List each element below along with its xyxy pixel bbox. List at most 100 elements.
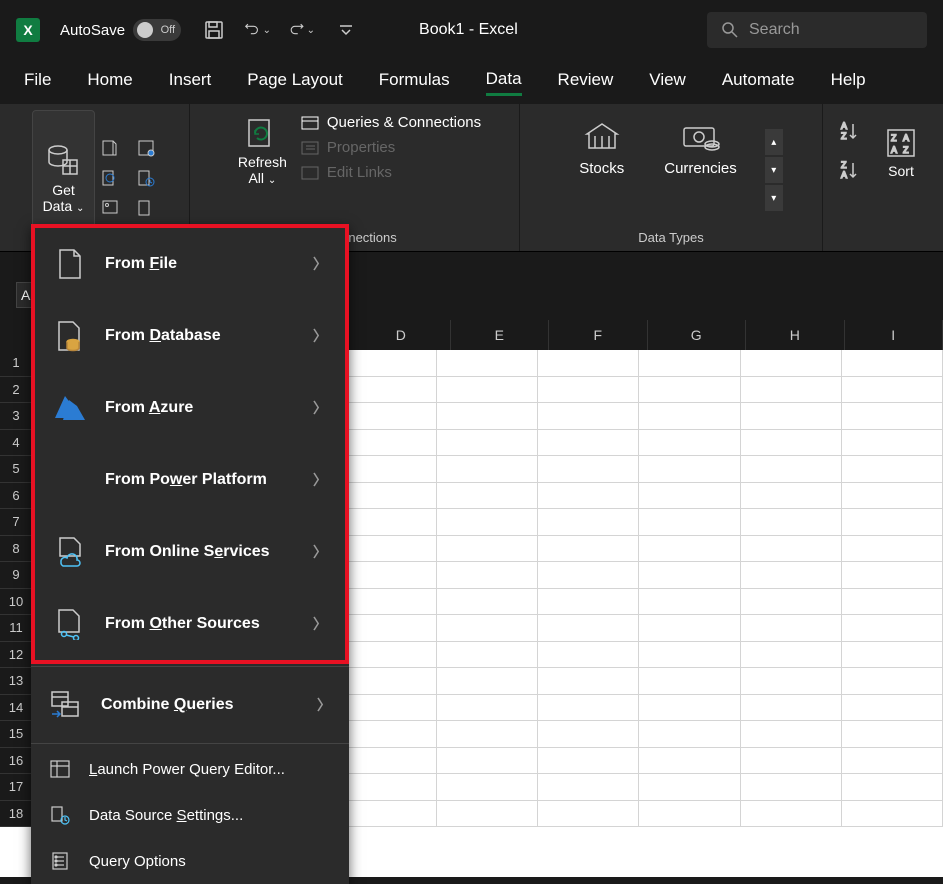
queries-connections-button[interactable]: Queries & Connections	[301, 114, 481, 131]
cell[interactable]	[639, 456, 740, 482]
from-table-range-icon[interactable]	[99, 167, 121, 189]
tab-help[interactable]: Help	[831, 70, 866, 94]
cell[interactable]	[741, 456, 842, 482]
cell[interactable]	[437, 350, 538, 376]
cell[interactable]	[538, 695, 639, 721]
cell[interactable]	[437, 562, 538, 588]
cell[interactable]	[842, 483, 943, 509]
cell[interactable]	[741, 642, 842, 668]
cell[interactable]	[437, 509, 538, 535]
column-header[interactable]: H	[746, 320, 845, 350]
currencies-data-type[interactable]: Currencies	[664, 120, 737, 220]
tab-automate[interactable]: Automate	[722, 70, 795, 94]
scroll-up-button[interactable]: ▴	[765, 129, 783, 155]
cell[interactable]	[336, 615, 437, 641]
cell[interactable]	[842, 695, 943, 721]
cell[interactable]	[336, 721, 437, 747]
cell[interactable]	[437, 721, 538, 747]
menu-launch-power-query[interactable]: Launch Power Query Editor...	[31, 746, 349, 792]
tab-review[interactable]: Review	[558, 70, 614, 94]
cell[interactable]	[842, 562, 943, 588]
cell[interactable]	[336, 695, 437, 721]
menu-query-options[interactable]: Query Options	[31, 838, 349, 884]
row-header[interactable]: 4	[0, 430, 32, 457]
cell[interactable]	[538, 721, 639, 747]
cell[interactable]	[437, 801, 538, 827]
cell[interactable]	[842, 748, 943, 774]
cell[interactable]	[437, 695, 538, 721]
stocks-data-type[interactable]: Stocks	[579, 120, 624, 220]
cell[interactable]	[741, 509, 842, 535]
toggle-switch[interactable]: Off	[133, 19, 181, 41]
cell[interactable]	[741, 483, 842, 509]
search-box[interactable]: Search	[707, 12, 927, 48]
cell[interactable]	[639, 615, 740, 641]
cell[interactable]	[437, 748, 538, 774]
cell[interactable]	[336, 403, 437, 429]
cell[interactable]	[842, 350, 943, 376]
row-header[interactable]: 6	[0, 483, 32, 510]
cell[interactable]	[842, 403, 943, 429]
row-header[interactable]: 18	[0, 801, 32, 828]
column-header[interactable]: I	[845, 320, 943, 350]
row-header[interactable]: 11	[0, 615, 32, 642]
cell[interactable]	[842, 721, 943, 747]
menu-from-azure[interactable]: From Azure 〉	[35, 372, 345, 444]
row-header[interactable]: 9	[0, 562, 32, 589]
tab-view[interactable]: View	[649, 70, 686, 94]
cell[interactable]	[336, 642, 437, 668]
cell[interactable]	[437, 668, 538, 694]
cell[interactable]	[842, 774, 943, 800]
cell[interactable]	[336, 801, 437, 827]
cell[interactable]	[842, 377, 943, 403]
sort-button[interactable]: ZAAZ Sort	[875, 120, 927, 186]
cell[interactable]	[336, 350, 437, 376]
tab-file[interactable]: File	[24, 70, 51, 94]
cell[interactable]	[639, 721, 740, 747]
cell[interactable]	[336, 430, 437, 456]
tab-page-layout[interactable]: Page Layout	[247, 70, 342, 94]
menu-combine-queries[interactable]: Combine Queries 〉	[31, 669, 349, 741]
cell[interactable]	[741, 801, 842, 827]
cell[interactable]	[741, 668, 842, 694]
cell[interactable]	[741, 721, 842, 747]
cell[interactable]	[538, 430, 639, 456]
cell[interactable]	[639, 642, 740, 668]
scroll-expand-button[interactable]: ▾	[765, 185, 783, 211]
cell[interactable]	[741, 774, 842, 800]
cell[interactable]	[741, 536, 842, 562]
cell[interactable]	[741, 615, 842, 641]
tab-home[interactable]: Home	[87, 70, 132, 94]
row-header[interactable]: 5	[0, 456, 32, 483]
cell[interactable]	[336, 483, 437, 509]
cell[interactable]	[437, 377, 538, 403]
menu-from-database[interactable]: From Database 〉	[35, 300, 345, 372]
redo-icon[interactable]: ⌄	[289, 17, 315, 43]
cell[interactable]	[741, 403, 842, 429]
cell[interactable]	[336, 748, 437, 774]
cell[interactable]	[437, 430, 538, 456]
cell[interactable]	[639, 668, 740, 694]
existing-connections-icon[interactable]	[135, 197, 157, 219]
cell[interactable]	[842, 536, 943, 562]
cell[interactable]	[437, 456, 538, 482]
cell[interactable]	[538, 536, 639, 562]
cell[interactable]	[538, 377, 639, 403]
cell[interactable]	[741, 589, 842, 615]
undo-icon[interactable]: ⌄	[245, 17, 271, 43]
cell[interactable]	[538, 642, 639, 668]
row-header[interactable]: 2	[0, 377, 32, 404]
cell[interactable]	[842, 589, 943, 615]
cell[interactable]	[842, 509, 943, 535]
cell[interactable]	[336, 562, 437, 588]
customize-qat-icon[interactable]	[333, 17, 359, 43]
scroll-down-button[interactable]: ▾	[765, 157, 783, 183]
cell[interactable]	[336, 377, 437, 403]
cell[interactable]	[538, 350, 639, 376]
tab-data[interactable]: Data	[486, 69, 522, 96]
cell[interactable]	[538, 456, 639, 482]
cell[interactable]	[639, 377, 740, 403]
cell[interactable]	[842, 801, 943, 827]
cell[interactable]	[639, 774, 740, 800]
cell[interactable]	[538, 615, 639, 641]
